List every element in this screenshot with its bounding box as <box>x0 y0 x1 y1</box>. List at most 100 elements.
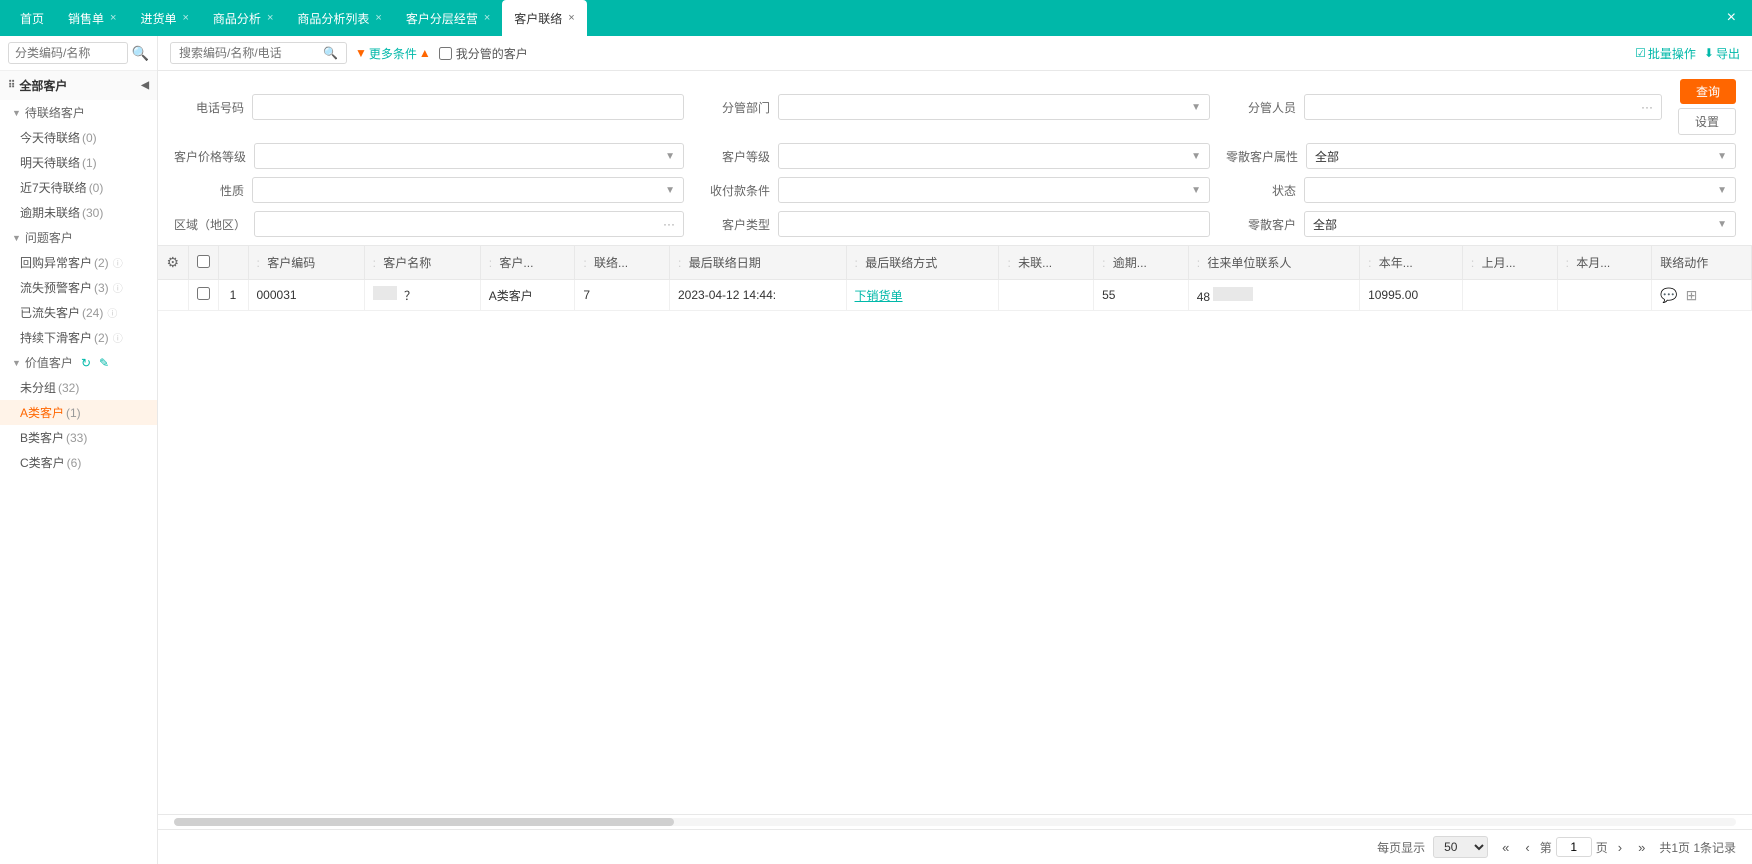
col-code: : 客户编码 <box>248 246 364 280</box>
filter-row-3-1: 性质 ▼ <box>174 177 684 203</box>
all-customers-header[interactable]: ⠿ 全部客户 ◀ <box>0 71 157 100</box>
page-number-input[interactable] <box>1556 837 1592 857</box>
chat-action-icon[interactable]: 💬 <box>1660 287 1677 304</box>
info-icon-churned: ⓘ <box>107 305 117 320</box>
price-grade-dropdown[interactable]: ▼ <box>254 143 684 169</box>
page-end-label: 页 <box>1596 839 1608 856</box>
row-gear <box>158 280 188 311</box>
row-this-year: 10995.00 <box>1360 280 1463 311</box>
manager-input[interactable]: ··· <box>1304 94 1662 120</box>
region-input[interactable]: ··· <box>254 211 684 237</box>
col-check <box>188 246 218 280</box>
sidebar-search-input[interactable] <box>8 42 128 64</box>
customer-type-input[interactable] <box>778 211 1210 237</box>
close-product-list-tab[interactable]: × <box>375 12 381 24</box>
filter-actions: 查询 设置 <box>1678 79 1736 135</box>
row-seq: 1 <box>218 280 248 311</box>
sidebar-item-ungroup[interactable]: 未分组 (32) <box>0 375 157 400</box>
close-customer-segment-tab[interactable]: × <box>484 12 490 24</box>
my-customer-checkbox[interactable] <box>439 47 452 60</box>
scroll-thumb[interactable] <box>174 818 674 826</box>
nav-product-list[interactable]: 商品分析列表 × <box>285 0 393 36</box>
gear-icon[interactable]: ⚙ <box>166 254 179 270</box>
search-input[interactable] <box>179 46 319 60</box>
filter-row-4-3: 零散客户 全部 ▼ <box>1226 211 1736 237</box>
nav-sales[interactable]: 销售单 × <box>56 0 128 36</box>
prev-page-btn[interactable]: ‹ <box>1519 838 1535 857</box>
sidebar-item-tomorrow[interactable]: 明天待联络 (1) <box>0 150 157 175</box>
nav-customer-contact[interactable]: 客户联络 × <box>502 0 586 36</box>
adv-filter: 电话号码 分管部门 ▼ 分管人员 ··· 查询 设置 <box>158 71 1752 246</box>
export-btn[interactable]: ⬇ 导出 <box>1704 45 1740 62</box>
top-nav: 首页 销售单 × 进货单 × 商品分析 × 商品分析列表 × 客户分层经营 × … <box>0 0 1752 36</box>
search-icon[interactable]: 🔍 <box>323 46 338 60</box>
sidebar-item-a-class[interactable]: A类客户 (1) <box>0 400 157 425</box>
row-actions: 💬 ⊞ <box>1652 280 1752 311</box>
batch-op-btn[interactable]: ☑ 批量操作 <box>1635 45 1696 62</box>
payment-dropdown[interactable]: ▼ <box>778 177 1210 203</box>
row-name: ？ <box>364 280 480 311</box>
status-dropdown[interactable]: ▼ <box>1304 177 1736 203</box>
filter-row-3-2: 收付款条件 ▼ <box>700 177 1210 203</box>
more-filter-arrow: ▲ <box>419 46 431 60</box>
drag-icon: ⠿ <box>8 80 15 91</box>
sidebar-item-7days[interactable]: 近7天待联络 (0) <box>0 175 157 200</box>
next-page-btn[interactable]: › <box>1612 838 1628 857</box>
query-button[interactable]: 查询 <box>1680 79 1736 104</box>
customer-table: ⚙ : 客户编码 : 客户名称 <box>158 246 1752 311</box>
select-all-checkbox[interactable] <box>197 255 210 268</box>
filter-row-1-2: 分管部门 ▼ <box>700 79 1210 135</box>
collapse-icon: ◀ <box>141 80 149 91</box>
sidebar-item-overdue[interactable]: 逾期未联络 (30) <box>0 200 157 225</box>
my-customer-checkbox-container[interactable]: 我分管的客户 <box>439 45 528 62</box>
my-customer-label: 我分管的客户 <box>456 45 528 62</box>
close-all-button[interactable]: × <box>1719 9 1744 27</box>
retail-attr-dropdown[interactable]: 全部 ▼ <box>1306 143 1736 169</box>
status-arrow: ▼ <box>1717 185 1727 196</box>
col-gear[interactable]: ⚙ <box>158 246 188 280</box>
last-way-link[interactable]: 下销货单 <box>855 289 903 303</box>
payment-arrow: ▼ <box>1191 185 1201 196</box>
nature-dropdown[interactable]: ▼ <box>252 177 684 203</box>
sidebar-item-c-class[interactable]: C类客户 (6) <box>0 450 157 475</box>
retail-label: 零散客户 <box>1226 216 1296 233</box>
first-page-btn[interactable]: « <box>1496 838 1515 857</box>
page-size-select[interactable]: 50 100 200 <box>1433 836 1488 858</box>
sidebar-item-churn-warn[interactable]: 流失预警客户 (3) ⓘ <box>0 275 157 300</box>
value-customer-group[interactable]: ▼ 价值客户 ↻ ✎ <box>0 350 157 375</box>
sidebar-item-today[interactable]: 今天待联络 (0) <box>0 125 157 150</box>
nav-home[interactable]: 首页 <box>8 0 56 36</box>
value-group-edit[interactable]: ✎ <box>99 356 109 370</box>
phone-input[interactable] <box>252 94 684 120</box>
nav-product-analysis[interactable]: 商品分析 × <box>201 0 285 36</box>
close-purchase-tab[interactable]: × <box>182 12 188 24</box>
col-overdue: : 逾期... <box>1094 246 1189 280</box>
more-filter-btn[interactable]: ▼ 更多条件 ▲ <box>355 45 431 62</box>
col-this-month: : 本月... <box>1557 246 1652 280</box>
pending-contact-group[interactable]: ▼ 待联络客户 <box>0 100 157 125</box>
col-last-way: : 最后联络方式 <box>846 246 999 280</box>
customer-grade-dropdown[interactable]: ▼ <box>778 143 1210 169</box>
close-product-analysis-tab[interactable]: × <box>267 12 273 24</box>
settings-button[interactable]: 设置 <box>1678 108 1736 135</box>
row-last-date: 2023-04-12 14:44: <box>670 280 847 311</box>
sidebar-item-b-class[interactable]: B类客户 (33) <box>0 425 157 450</box>
sidebar-item-declining[interactable]: 持续下滑客户 (2) ⓘ <box>0 325 157 350</box>
close-customer-contact-tab[interactable]: × <box>568 12 574 24</box>
sidebar-item-repurchase[interactable]: 回购异常客户 (2) ⓘ <box>0 250 157 275</box>
nav-purchase[interactable]: 进货单 × <box>128 0 200 36</box>
grid-action-icon[interactable]: ⊞ <box>1686 287 1698 304</box>
close-sales-tab[interactable]: × <box>110 12 116 24</box>
batch-op-icon: ☑ <box>1635 46 1646 60</box>
dept-dropdown[interactable]: ▼ <box>778 94 1210 120</box>
last-page-btn[interactable]: » <box>1632 838 1651 857</box>
nav-customer-segment[interactable]: 客户分层经营 × <box>394 0 502 36</box>
problem-customer-group[interactable]: ▼ 问题客户 <box>0 225 157 250</box>
value-group-refresh[interactable]: ↻ <box>81 356 91 370</box>
info-icon-churn-warn: ⓘ <box>113 280 123 295</box>
sidebar-search-icon[interactable]: 🔍 <box>132 45 149 62</box>
row-checkbox[interactable] <box>197 287 210 300</box>
sidebar-item-churned[interactable]: 已流失客户 (24) ⓘ <box>0 300 157 325</box>
retail-dropdown[interactable]: 全部 ▼ <box>1304 211 1736 237</box>
row-last-month <box>1462 280 1557 311</box>
